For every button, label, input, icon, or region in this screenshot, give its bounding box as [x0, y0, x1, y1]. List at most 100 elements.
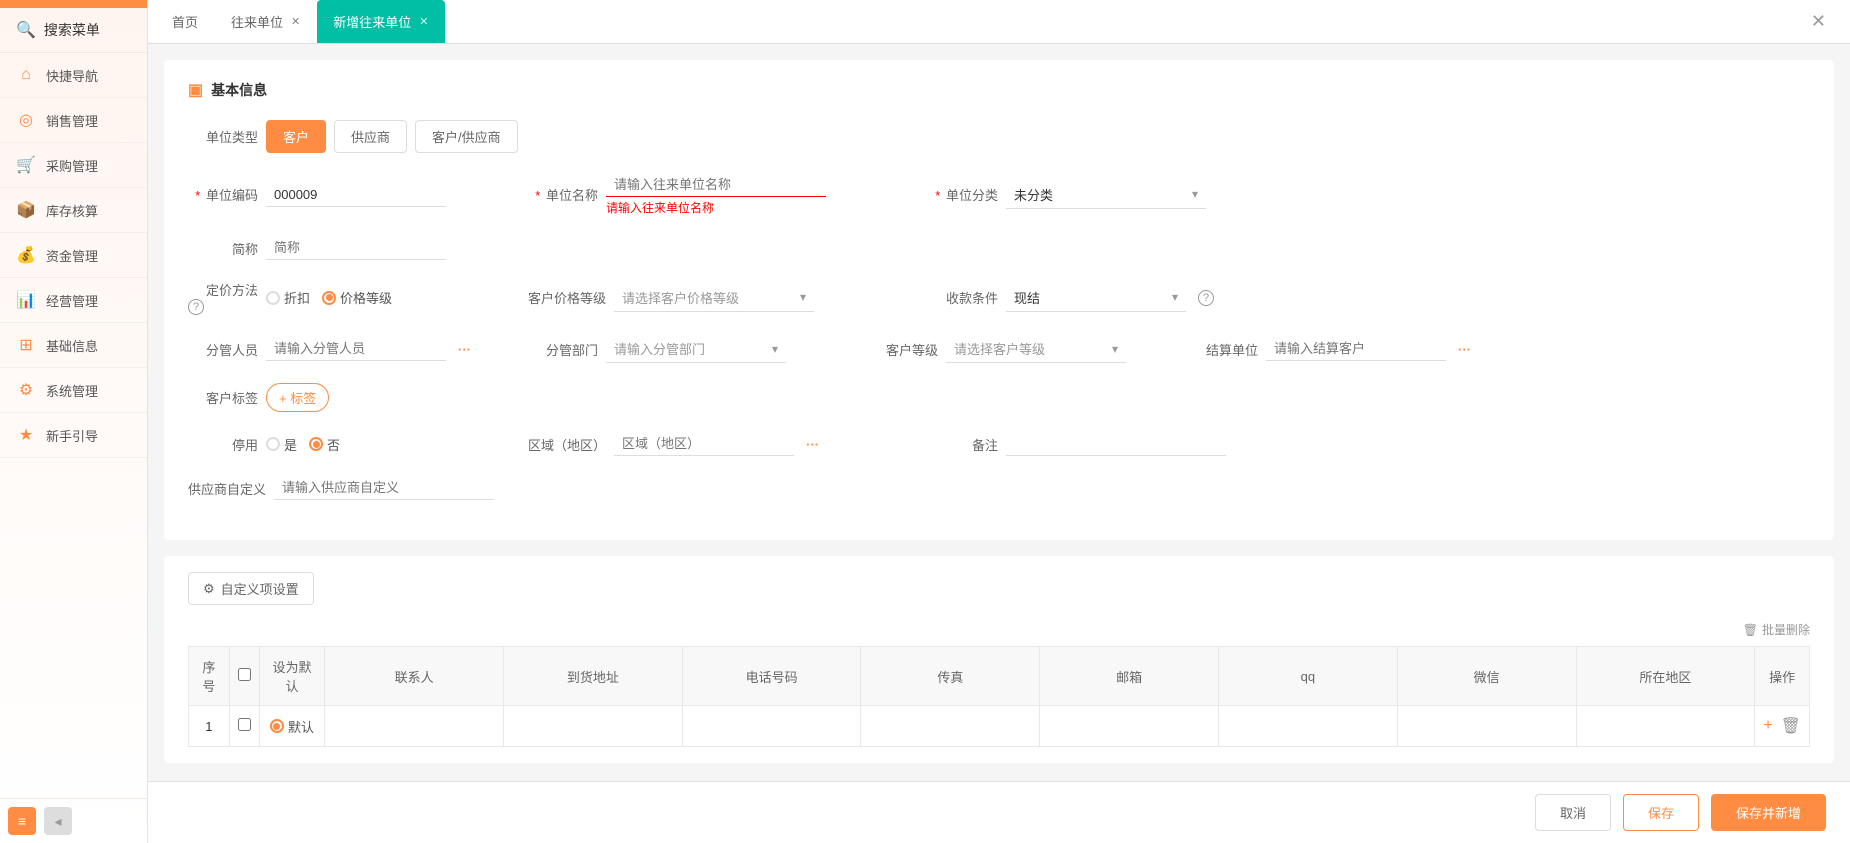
unit-code-input[interactable] — [266, 183, 446, 207]
contact-input[interactable] — [333, 714, 495, 738]
row-qq[interactable] — [1219, 706, 1398, 747]
email-input[interactable] — [1048, 714, 1210, 738]
tab-home[interactable]: 首页 — [156, 0, 215, 43]
unit-type-row: 单位类型 客户 供应商 客户/供应商 — [188, 120, 1810, 153]
delete-row-button[interactable]: 🗑 — [1781, 716, 1801, 736]
default-radio-circle[interactable] — [270, 719, 284, 733]
settlement-input[interactable] — [1266, 337, 1446, 361]
row-contact[interactable] — [325, 706, 504, 747]
disabled-field: 停用 是 否 — [188, 435, 508, 454]
col-email: 邮箱 — [1040, 647, 1219, 706]
short-name-label: 简称 — [188, 239, 258, 258]
customer-price-select[interactable]: 请选择客户价格等级 ▾ — [614, 284, 814, 312]
col-default: 设为默认 — [259, 647, 324, 706]
row-address[interactable] — [503, 706, 682, 747]
sidebar-expand-icon[interactable]: ≡ — [8, 807, 36, 835]
row-wechat[interactable] — [1397, 706, 1576, 747]
sales-icon: ◎ — [16, 110, 36, 130]
default-dot — [273, 723, 280, 730]
unit-name-field: * 单位名称 请输入往来单位名称 — [528, 173, 908, 216]
region-row-input[interactable] — [1585, 714, 1747, 738]
sidebar-item-purchase[interactable]: 🛒 采购管理 — [0, 143, 147, 188]
supplier-custom-input[interactable] — [274, 476, 494, 500]
sidebar-item-guide[interactable]: ★ 新手引导 — [0, 413, 147, 458]
both-btn[interactable]: 客户/供应商 — [415, 120, 518, 153]
disabled-no-option[interactable]: 否 — [309, 435, 340, 454]
tab-contacts[interactable]: 往来单位 ✕ — [215, 0, 317, 43]
phone-input[interactable] — [691, 714, 853, 738]
chevron-down-icon: ▾ — [1112, 342, 1118, 356]
col-region: 所在地区 — [1576, 647, 1755, 706]
operations-icon: 📊 — [16, 290, 36, 310]
row-fax[interactable] — [861, 706, 1040, 747]
address-input[interactable] — [512, 714, 674, 738]
bulk-delete-button[interactable]: 🗑 批量删除 — [1743, 621, 1810, 638]
section-title-icon: ▣ — [188, 80, 203, 100]
col-fax: 传真 — [861, 647, 1040, 706]
customer-btn[interactable]: 客户 — [266, 120, 326, 153]
sidebar-collapse-icon[interactable]: ◂ — [44, 807, 72, 835]
chevron-down-icon: ▾ — [1172, 290, 1178, 304]
unit-category-field: * 单位分类 未分类 ▾ — [928, 181, 1248, 209]
supplier-custom-field: 供应商自定义 — [188, 476, 508, 500]
note-input[interactable] — [1006, 432, 1226, 456]
manager-more-icon[interactable]: ··· — [454, 342, 475, 357]
row-checkbox[interactable] — [238, 718, 251, 731]
tab-contacts-close[interactable]: ✕ — [291, 15, 300, 28]
default-radio-option[interactable]: 默认 — [270, 717, 314, 736]
pricing-discount-radio[interactable] — [266, 291, 280, 305]
unit-category-select[interactable]: 未分类 ▾ — [1006, 181, 1206, 209]
sidebar-item-sales[interactable]: ◎ 销售管理 — [0, 98, 147, 143]
row-ops-buttons: + 🗑 — [1763, 716, 1801, 736]
settlement-more-icon[interactable]: ··· — [1454, 342, 1475, 357]
row-email[interactable] — [1040, 706, 1219, 747]
supplier-btn[interactable]: 供应商 — [334, 120, 407, 153]
tab-new-contact[interactable]: 新增往来单位 ✕ — [317, 0, 445, 43]
add-tag-button[interactable]: + 标签 — [266, 383, 329, 412]
manager-input[interactable] — [266, 337, 446, 361]
fax-input[interactable] — [869, 714, 1031, 738]
cancel-button[interactable]: 取消 — [1535, 794, 1611, 831]
customer-level-select[interactable]: 请选择客户等级 ▾ — [946, 335, 1126, 363]
add-row-button[interactable]: + — [1763, 717, 1772, 735]
row-phone[interactable] — [682, 706, 861, 747]
note-field: 备注 — [928, 432, 1328, 456]
pricing-discount-option[interactable]: 折扣 — [266, 288, 310, 307]
payment-help-icon[interactable]: ? — [1198, 290, 1214, 306]
unit-name-input[interactable] — [606, 173, 826, 197]
customer-price-label: 客户价格等级 — [528, 288, 606, 307]
payment-terms-select[interactable]: 现结 ▾ — [1006, 284, 1186, 312]
tab-new-contact-close[interactable]: ✕ — [419, 15, 428, 28]
pricing-level-option[interactable]: 价格等级 — [322, 288, 392, 307]
sidebar-search[interactable]: 🔍 搜索菜单 — [0, 8, 147, 53]
disabled-yes-option[interactable]: 是 — [266, 435, 297, 454]
wechat-input[interactable] — [1406, 714, 1568, 738]
row-region[interactable] — [1576, 706, 1755, 747]
short-name-input[interactable] — [266, 236, 446, 260]
finance-icon: 💰 — [16, 245, 36, 265]
sidebar-item-finance[interactable]: 💰 资金管理 — [0, 233, 147, 278]
window-close-button[interactable]: ✕ — [1795, 0, 1842, 43]
disabled-no-radio[interactable] — [309, 437, 323, 451]
customer-level-field: 客户等级 请选择客户等级 ▾ — [868, 335, 1168, 363]
sidebar-item-system[interactable]: ⚙ 系统管理 — [0, 368, 147, 413]
qq-input[interactable] — [1227, 714, 1389, 738]
region-more-icon[interactable]: ··· — [802, 437, 823, 452]
save-button[interactable]: 保存 — [1623, 794, 1699, 831]
pricing-row: 定价方法 ? 折扣 价格等级 — [188, 280, 1810, 315]
custom-settings-button[interactable]: ⚙ 自定义项设置 — [188, 572, 314, 605]
tab-contacts-label: 往来单位 — [231, 12, 283, 31]
unit-name-field-wrapper: 请输入往来单位名称 — [606, 173, 826, 216]
unit-type-field: 单位类型 客户 供应商 客户/供应商 — [188, 120, 518, 153]
disabled-yes-radio[interactable] — [266, 437, 280, 451]
department-select[interactable]: 请输入分管部门 ▾ — [606, 335, 786, 363]
save-and-new-button[interactable]: 保存并新增 — [1711, 794, 1826, 831]
sidebar-item-operations[interactable]: 📊 经营管理 — [0, 278, 147, 323]
pricing-help-icon[interactable]: ? — [188, 299, 204, 315]
sidebar-item-quick-nav[interactable]: ⌂ 快捷导航 — [0, 53, 147, 98]
pricing-level-radio[interactable] — [322, 291, 336, 305]
sidebar-item-inventory[interactable]: 📦 库存核算 — [0, 188, 147, 233]
sidebar-item-basic-info[interactable]: ⊞ 基础信息 — [0, 323, 147, 368]
region-input[interactable] — [614, 432, 794, 456]
select-all-checkbox[interactable] — [238, 668, 251, 681]
